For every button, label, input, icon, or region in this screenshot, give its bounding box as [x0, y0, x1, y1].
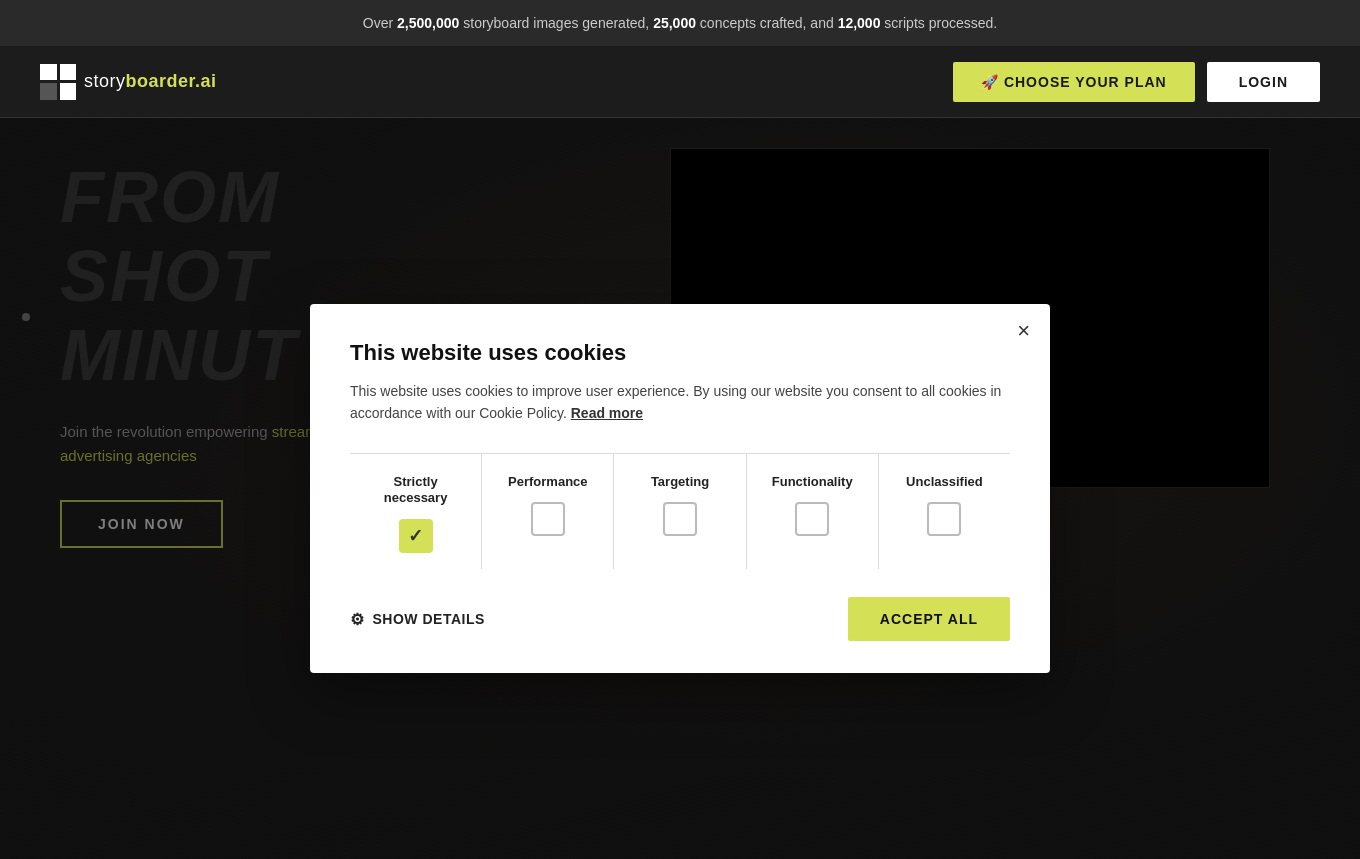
category-label-strictly-necessary: Strictly necessary	[360, 474, 471, 508]
category-targeting: Targeting	[614, 454, 746, 570]
gear-icon: ⚙	[350, 610, 365, 629]
logo-text: storyboarder.ai	[84, 71, 217, 92]
accept-all-button[interactable]: ACCEPT ALL	[848, 597, 1010, 641]
stat-images: 2,500,000	[397, 15, 459, 31]
checkbox-performance[interactable]	[531, 502, 565, 536]
logo-cell-tl	[40, 64, 57, 81]
read-more-link[interactable]: Read more	[571, 405, 643, 421]
cookie-categories: Strictly necessary Performance Targeting…	[350, 453, 1010, 570]
category-performance: Performance	[482, 454, 614, 570]
logo: storyboarder.ai	[40, 64, 217, 100]
show-details-button[interactable]: ⚙ SHOW DETAILS	[350, 610, 485, 629]
logo-cell-bl	[40, 83, 57, 100]
category-functionality: Functionality	[747, 454, 879, 570]
announcement-bar: Over 2,500,000 storyboard images generat…	[0, 0, 1360, 46]
category-label-unclassified: Unclassified	[906, 474, 983, 491]
checkbox-unclassified[interactable]	[927, 502, 961, 536]
cookie-modal: × This website uses cookies This website…	[310, 304, 1050, 674]
checkbox-strictly-necessary[interactable]	[399, 519, 433, 553]
hero-section: From SHOT Minut Join the revolution empo…	[0, 118, 1360, 859]
stat-scripts: 12,000	[838, 15, 881, 31]
logo-cell-tr	[60, 64, 77, 81]
announcement-text: Over 2,500,000 storyboard images generat…	[363, 15, 997, 31]
login-button[interactable]: LOGIN	[1207, 62, 1320, 102]
checkbox-targeting[interactable]	[663, 502, 697, 536]
category-label-functionality: Functionality	[772, 474, 853, 491]
stat-concepts: 25,000	[653, 15, 696, 31]
modal-title: This website uses cookies	[350, 340, 1010, 366]
logo-cell-br	[60, 83, 77, 100]
modal-overlay: × This website uses cookies This website…	[0, 118, 1360, 859]
checkbox-functionality[interactable]	[795, 502, 829, 536]
category-unclassified: Unclassified	[879, 454, 1010, 570]
modal-footer: ⚙ SHOW DETAILS ACCEPT ALL	[350, 597, 1010, 641]
modal-description: This website uses cookies to improve use…	[350, 380, 1010, 425]
logo-grid	[40, 64, 76, 100]
category-label-targeting: Targeting	[651, 474, 709, 491]
choose-plan-button[interactable]: 🚀 CHOOSE YOUR PLAN	[953, 62, 1195, 102]
show-details-label: SHOW DETAILS	[373, 611, 485, 627]
header: storyboarder.ai 🚀 CHOOSE YOUR PLAN LOGIN	[0, 46, 1360, 118]
header-buttons: 🚀 CHOOSE YOUR PLAN LOGIN	[953, 62, 1320, 102]
modal-close-button[interactable]: ×	[1017, 320, 1030, 342]
category-label-performance: Performance	[508, 474, 587, 491]
logo-suffix: boarder.ai	[126, 71, 217, 91]
category-strictly-necessary: Strictly necessary	[350, 454, 482, 570]
